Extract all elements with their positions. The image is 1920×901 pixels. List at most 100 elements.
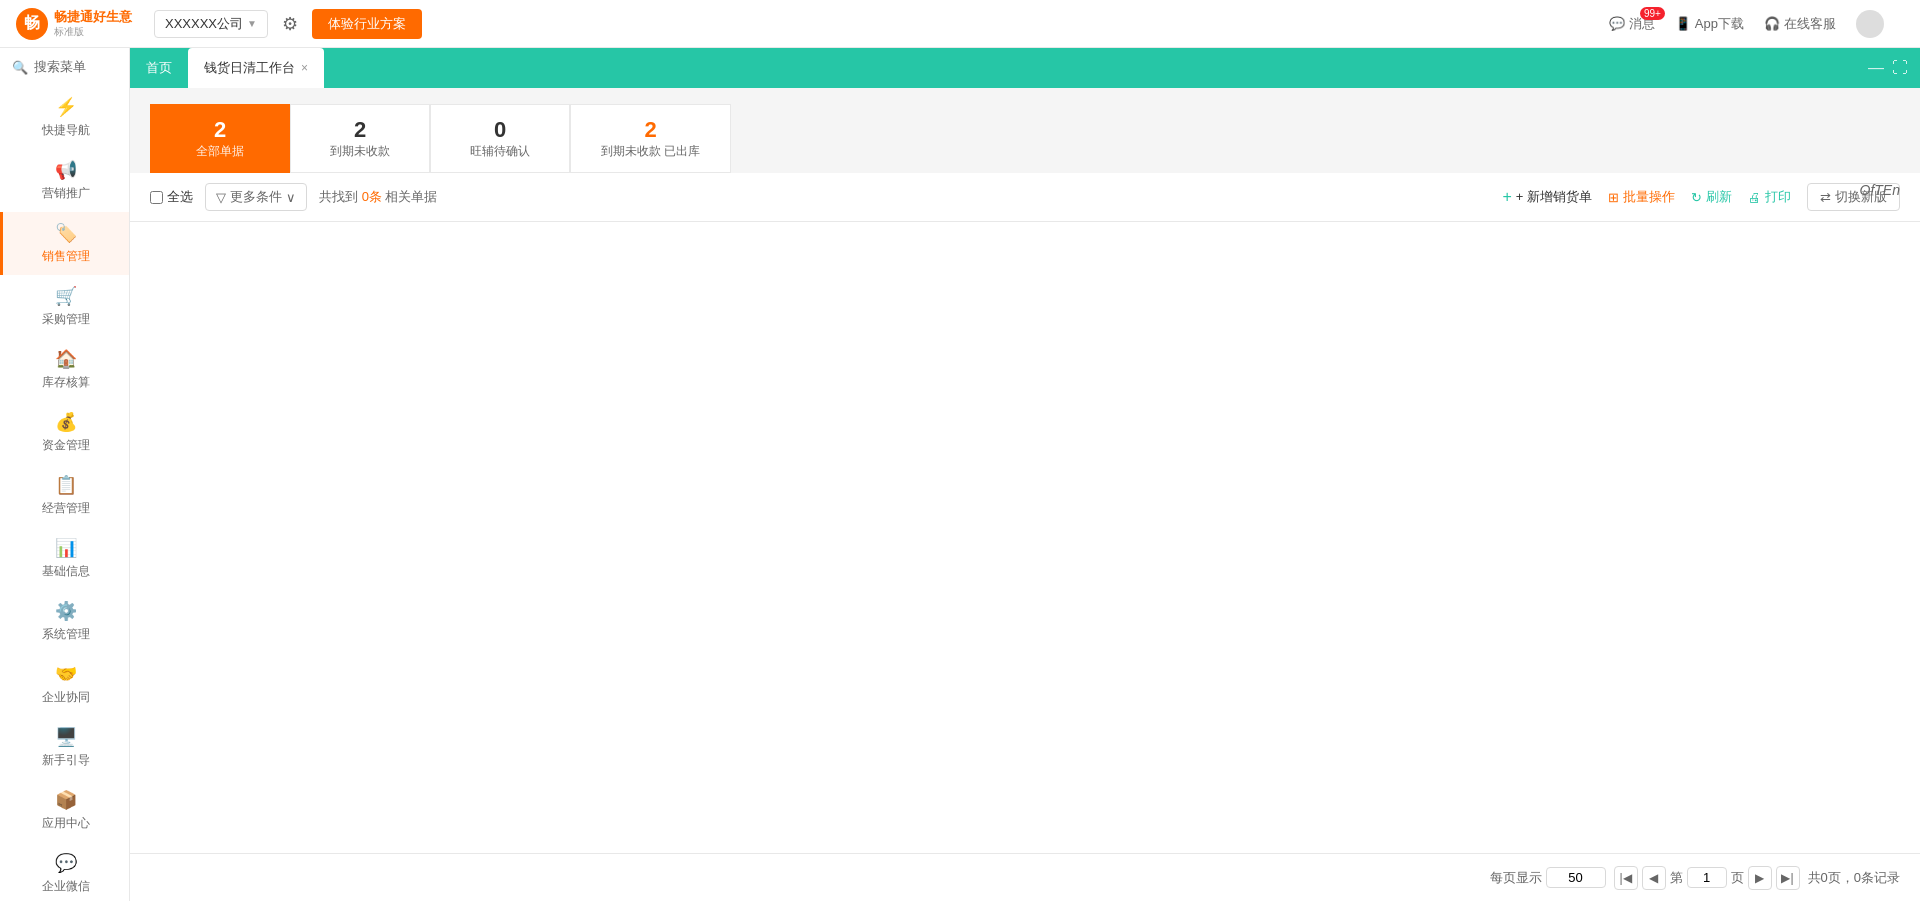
- batch-icon: ⊞: [1608, 190, 1619, 205]
- print-button[interactable]: 🖨 打印: [1748, 188, 1791, 206]
- header-left: 畅 畅捷通好生意 标准版 XXXXXX公司 ▼ ⚙ 体验行业方案: [16, 8, 422, 40]
- sidebar-item-marketing[interactable]: 📢 营销推广: [0, 149, 129, 212]
- basic-info-icon: 📊: [55, 537, 77, 559]
- page-suffix: 页: [1731, 869, 1744, 887]
- toolbar: 全选 ▽ 更多条件 ∨ 共找到 0条 相关单据 +: [130, 173, 1920, 222]
- refresh-label: 刷新: [1706, 188, 1732, 206]
- avatar[interactable]: [1856, 10, 1884, 38]
- expand-tab-icon[interactable]: ⛶: [1892, 59, 1908, 77]
- sidebar-item-label: 资金管理: [42, 437, 90, 454]
- logo-icon: 畅: [16, 8, 48, 40]
- stat-label-overdue: 到期未收款: [330, 143, 390, 160]
- stat-card-overdue[interactable]: 2 到期未收款: [290, 104, 430, 173]
- toolbar-right: + + 新增销货单 ⊞ 批量操作 ↻ 刷新 🖨 打印: [1502, 183, 1900, 211]
- sidebar-item-guide[interactable]: 🖥️ 新手引导: [0, 716, 129, 779]
- sidebar-item-cooperation[interactable]: 🤝 企业协同: [0, 653, 129, 716]
- sidebar-item-label: 库存核算: [42, 374, 90, 391]
- tab-workbench-label: 钱货日清工作台: [204, 59, 295, 77]
- prev-page-button[interactable]: ◀: [1642, 866, 1666, 890]
- first-page-button[interactable]: |◀: [1614, 866, 1638, 890]
- page-nav: |◀ ◀ 第 页 ▶ ▶|: [1614, 866, 1800, 890]
- sidebar-item-purchase[interactable]: 🛒 采购管理: [0, 275, 129, 338]
- sidebar: 🔍 搜索菜单 ⚡ 快捷导航 📢 营销推广 🏷️ 销售管理 🛒 采购管理 🏠 库存…: [0, 48, 130, 901]
- search-menu-item[interactable]: 🔍 搜索菜单: [0, 48, 129, 86]
- stat-label-pending: 旺辅待确认: [470, 143, 530, 160]
- app-center-icon: 📦: [55, 789, 77, 811]
- sidebar-item-label: 企业协同: [42, 689, 90, 706]
- content-area: 首页 钱货日清工作台 × — ⛶ 2 全部单据 2 到期: [130, 48, 1920, 901]
- select-all-input[interactable]: [150, 191, 163, 204]
- filter-button[interactable]: ▽ 更多条件 ∨: [205, 183, 307, 211]
- trial-button[interactable]: 体验行业方案: [312, 9, 422, 39]
- company-selector[interactable]: XXXXXX公司 ▼: [154, 10, 268, 38]
- batch-operation-button[interactable]: ⊞ 批量操作: [1608, 188, 1675, 206]
- online-service-action[interactable]: 🎧 在线客服: [1764, 15, 1836, 33]
- wechat-icon: 💬: [55, 852, 77, 874]
- sidebar-item-app-center[interactable]: 📦 应用中心: [0, 779, 129, 842]
- stats-row: 2 全部单据 2 到期未收款 0 旺辅待确认 2 到期未收款 已出库: [130, 88, 1920, 173]
- message-action[interactable]: 💬 消息 99+: [1609, 15, 1655, 33]
- sidebar-item-label: 营销推广: [42, 185, 90, 202]
- tab-home-label: 首页: [146, 59, 172, 77]
- filter-label: 更多条件: [230, 188, 282, 206]
- sidebar-item-wechat[interactable]: 💬 企业微信: [0, 842, 129, 901]
- page-input[interactable]: [1687, 867, 1727, 888]
- close-tab-icon[interactable]: ×: [301, 61, 308, 75]
- sidebar-item-quick-nav[interactable]: ⚡ 快捷导航: [0, 86, 129, 149]
- minimize-tab-icon[interactable]: —: [1868, 59, 1884, 77]
- app-download-action[interactable]: 📱 App下载: [1675, 15, 1744, 33]
- next-page-button[interactable]: ▶: [1748, 866, 1772, 890]
- sidebar-item-basic-info[interactable]: 📊 基础信息: [0, 527, 129, 590]
- add-sales-order-button[interactable]: + + 新增销货单: [1502, 188, 1592, 206]
- filter-chevron-icon: ∨: [286, 190, 296, 205]
- sidebar-item-label: 销售管理: [42, 248, 90, 265]
- marketing-icon: 📢: [55, 159, 77, 181]
- stat-card-shipped[interactable]: 2 到期未收款 已出库: [570, 104, 731, 173]
- quick-nav-icon: ⚡: [55, 96, 77, 118]
- add-sales-label: + 新增销货单: [1516, 188, 1592, 206]
- top-header: 畅 畅捷通好生意 标准版 XXXXXX公司 ▼ ⚙ 体验行业方案 💬 消息 99…: [0, 0, 1920, 48]
- settings-button[interactable]: ⚙: [276, 10, 304, 38]
- select-all-checkbox[interactable]: 全选: [150, 188, 193, 206]
- print-icon: 🖨: [1748, 190, 1761, 205]
- message-icon: 💬: [1609, 16, 1625, 31]
- page-label: 第: [1670, 869, 1683, 887]
- stat-label-shipped: 到期未收款 已出库: [601, 143, 700, 160]
- search-menu-label: 搜索菜单: [34, 58, 86, 76]
- purchase-icon: 🛒: [55, 285, 77, 307]
- sidebar-item-operation[interactable]: 📋 经营管理: [0, 464, 129, 527]
- tab-home[interactable]: 首页: [130, 48, 188, 88]
- stat-card-all[interactable]: 2 全部单据: [150, 104, 290, 173]
- sidebar-item-inventory[interactable]: 🏠 库存核算: [0, 338, 129, 401]
- page-size-select: 每页显示: [1490, 867, 1606, 888]
- often-text: OfTEn: [1860, 182, 1900, 198]
- found-count: 0条: [362, 189, 382, 204]
- sidebar-item-label: 快捷导航: [42, 122, 90, 139]
- print-label: 打印: [1765, 188, 1791, 206]
- sidebar-item-label: 采购管理: [42, 311, 90, 328]
- header-right: 💬 消息 99+ 📱 App下载 🎧 在线客服: [1609, 10, 1904, 38]
- stat-num-overdue: 2: [354, 117, 366, 143]
- stat-label-all: 全部单据: [196, 143, 244, 160]
- app-download-label: App下载: [1695, 15, 1744, 33]
- found-text: 共找到 0条 相关单据: [319, 188, 437, 206]
- online-service-label: 在线客服: [1784, 15, 1836, 33]
- stat-card-pending[interactable]: 0 旺辅待确认: [430, 104, 570, 173]
- batch-label: 批量操作: [1623, 188, 1675, 206]
- last-page-button[interactable]: ▶|: [1776, 866, 1800, 890]
- logo-area: 畅 畅捷通好生意 标准版: [16, 8, 146, 40]
- switch-icon: ⇄: [1820, 190, 1831, 205]
- sidebar-item-finance[interactable]: 💰 资金管理: [0, 401, 129, 464]
- stat-num-shipped: 2: [645, 117, 657, 143]
- sidebar-item-sales[interactable]: 🏷️ 销售管理: [0, 212, 129, 275]
- per-page-input[interactable]: [1546, 867, 1606, 888]
- sales-icon: 🏷️: [55, 222, 77, 244]
- message-badge: 99+: [1640, 7, 1665, 20]
- tab-workbench[interactable]: 钱货日清工作台 ×: [188, 48, 324, 88]
- inventory-icon: 🏠: [55, 348, 77, 370]
- system-icon: ⚙️: [55, 600, 77, 622]
- sidebar-item-label: 系统管理: [42, 626, 90, 643]
- search-icon: 🔍: [12, 60, 28, 75]
- refresh-button[interactable]: ↻ 刷新: [1691, 188, 1732, 206]
- sidebar-item-system[interactable]: ⚙️ 系统管理: [0, 590, 129, 653]
